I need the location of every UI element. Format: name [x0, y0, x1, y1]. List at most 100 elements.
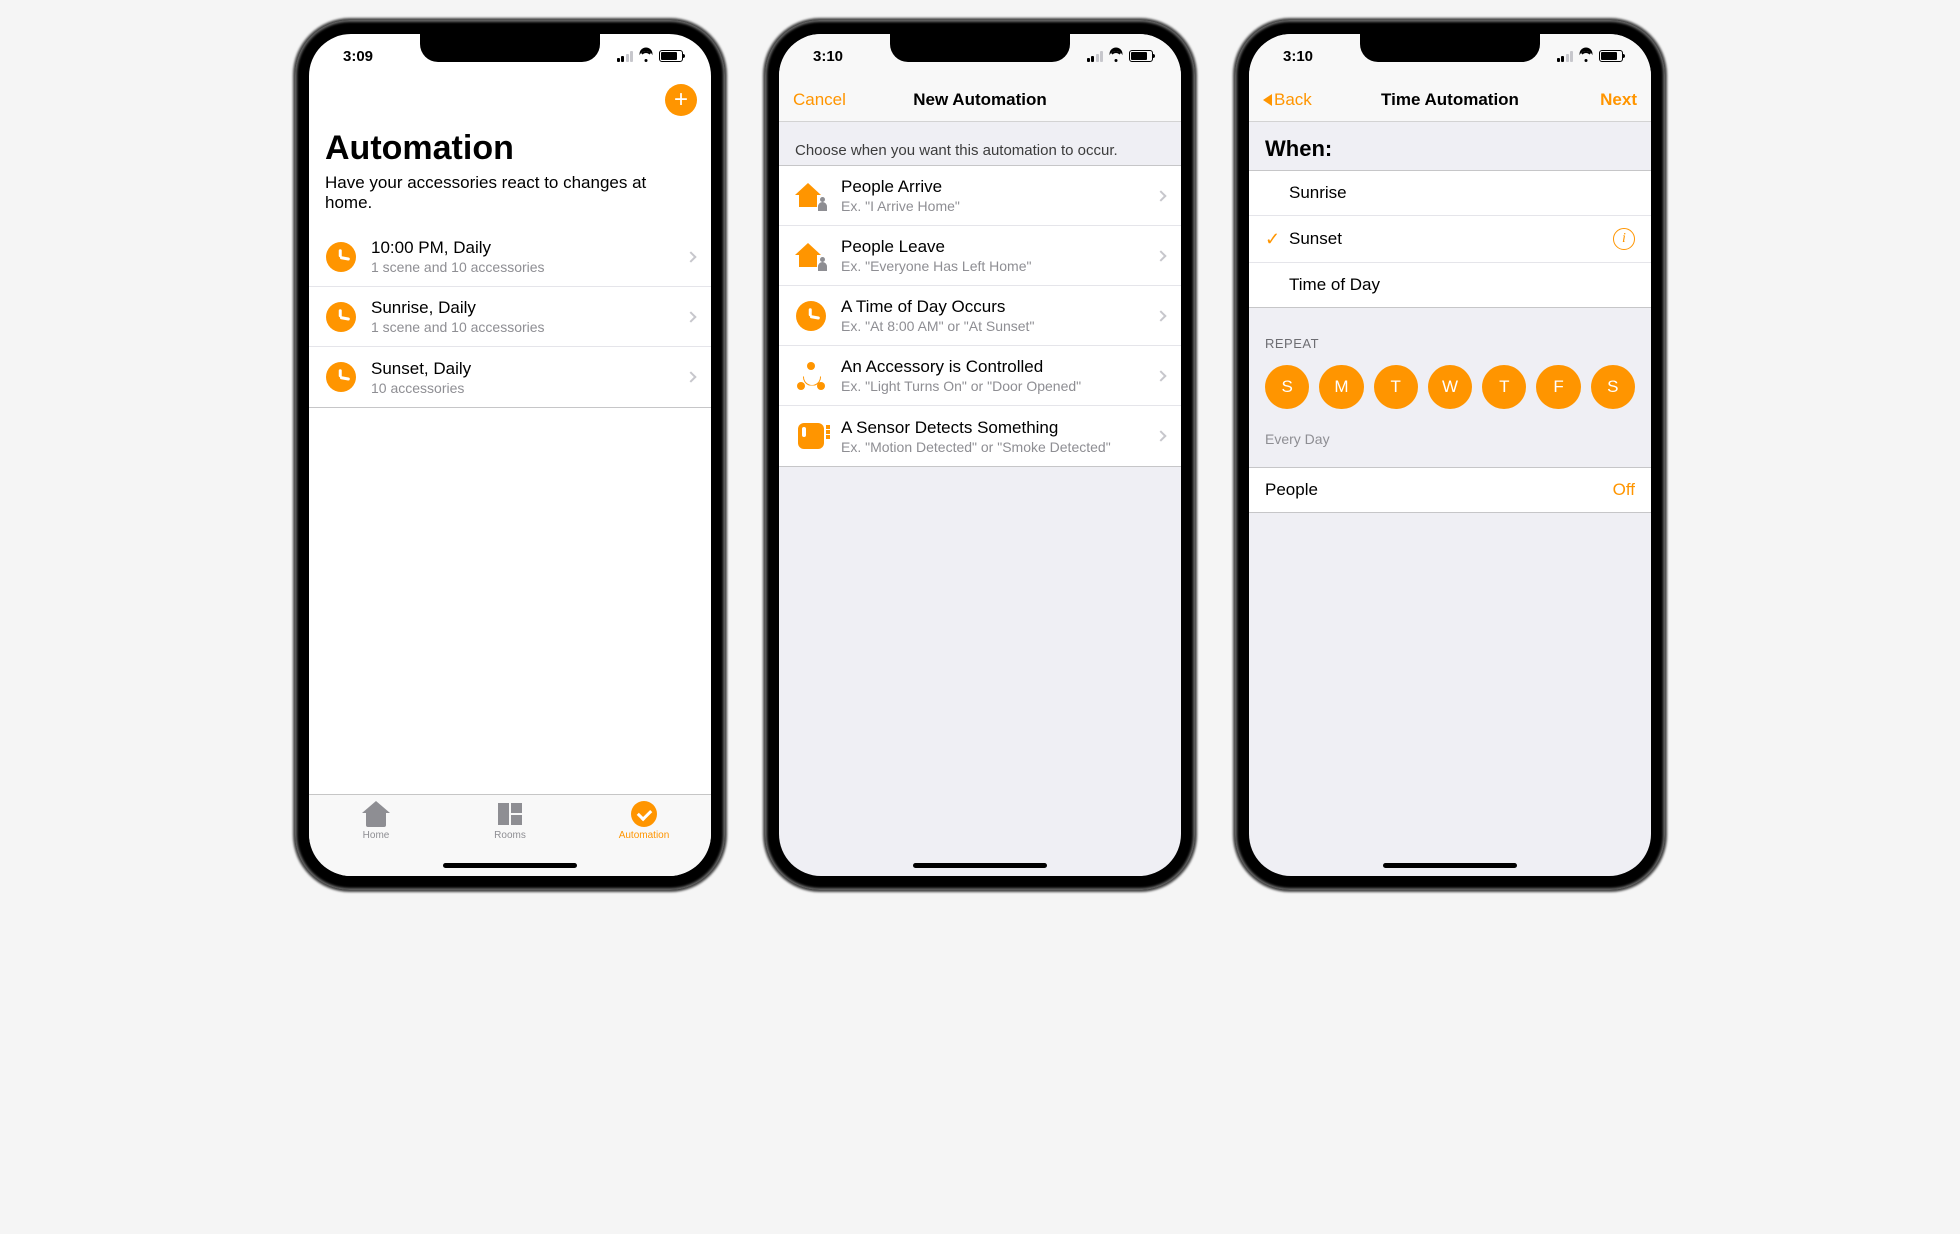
page-title: Automation [325, 130, 695, 167]
day-fri[interactable]: F [1536, 365, 1580, 409]
chevron-right-icon [1155, 430, 1166, 441]
day-sat[interactable]: S [1591, 365, 1635, 409]
trigger-sub: Ex. "At 8:00 AM" or "At Sunset" [841, 318, 1143, 334]
accessory-icon [797, 362, 825, 390]
back-button[interactable]: Back [1263, 90, 1312, 110]
trigger-people-arrive[interactable]: People Arrive Ex. "I Arrive Home" [779, 166, 1181, 226]
chevron-right-icon [685, 251, 696, 262]
signal-icon [1087, 51, 1104, 62]
option-sunset[interactable]: ✓ Sunset i [1249, 216, 1651, 263]
phone-frame-3: 3:10 Back Time Automation Next When: Sun… [1235, 20, 1665, 890]
automation-title: Sunrise, Daily [371, 298, 673, 318]
sensor-icon [798, 423, 824, 449]
chevron-right-icon [685, 372, 696, 383]
trigger-accessory[interactable]: An Accessory is Controlled Ex. "Light Tu… [779, 346, 1181, 406]
people-value: Off [1613, 480, 1635, 500]
day-sun[interactable]: S [1265, 365, 1309, 409]
battery-icon [659, 50, 683, 62]
automation-row[interactable]: Sunset, Daily 10 accessories [309, 347, 711, 407]
status-time: 3:10 [1283, 48, 1313, 65]
repeat-header: REPEAT [1249, 308, 1651, 357]
tab-label: Home [363, 830, 390, 841]
chevron-right-icon [1155, 370, 1166, 381]
people-label: People [1265, 480, 1318, 500]
trigger-title: A Time of Day Occurs [841, 297, 1143, 317]
wifi-icon [1108, 50, 1124, 62]
home-indicator[interactable] [1383, 863, 1517, 868]
automation-row[interactable]: 10:00 PM, Daily 1 scene and 10 accessori… [309, 227, 711, 287]
status-icons [1557, 50, 1624, 62]
automation-sub: 1 scene and 10 accessories [371, 259, 673, 275]
trigger-people-leave[interactable]: People Leave Ex. "Everyone Has Left Home… [779, 226, 1181, 286]
automation-sub: 1 scene and 10 accessories [371, 319, 673, 335]
status-bar: 3:10 [1249, 34, 1651, 78]
trigger-time-of-day[interactable]: A Time of Day Occurs Ex. "At 8:00 AM" or… [779, 286, 1181, 346]
trigger-title: People Arrive [841, 177, 1143, 197]
battery-icon [1129, 50, 1153, 62]
section-prompt: Choose when you want this automation to … [779, 122, 1181, 165]
tab-label: Automation [619, 830, 670, 841]
wifi-icon [1578, 50, 1594, 62]
screen-new-automation: 3:10 Cancel New Automation Choose when y… [779, 34, 1181, 876]
status-time: 3:10 [813, 48, 843, 65]
trigger-sensor[interactable]: A Sensor Detects Something Ex. "Motion D… [779, 406, 1181, 466]
nav-bar: + [309, 78, 711, 122]
option-sunrise[interactable]: Sunrise [1249, 171, 1651, 216]
trigger-title: An Accessory is Controlled [841, 357, 1143, 377]
automation-list: 10:00 PM, Daily 1 scene and 10 accessori… [309, 227, 711, 794]
clock-icon [326, 242, 356, 272]
time-config: When: Sunrise ✓ Sunset i Time of Day REP… [1249, 122, 1651, 876]
automation-title: 10:00 PM, Daily [371, 238, 673, 258]
day-thu[interactable]: T [1482, 365, 1526, 409]
people-row[interactable]: People Off [1249, 468, 1651, 512]
option-label: Time of Day [1289, 275, 1380, 295]
cancel-button[interactable]: Cancel [793, 90, 846, 110]
day-selector: S M T W T F S [1249, 357, 1651, 423]
house-leave-icon [796, 243, 826, 269]
tab-label: Rooms [494, 830, 526, 841]
next-button[interactable]: Next [1600, 90, 1637, 110]
tab-home[interactable]: Home [336, 801, 416, 876]
automation-row[interactable]: Sunrise, Daily 1 scene and 10 accessorie… [309, 287, 711, 347]
title-area: Automation Have your accessories react t… [309, 122, 711, 227]
checkmark-icon: ✓ [1265, 229, 1289, 250]
battery-icon [1599, 50, 1623, 62]
home-icon [362, 801, 390, 827]
option-time-of-day[interactable]: Time of Day [1249, 263, 1651, 307]
rooms-icon [496, 801, 524, 827]
screen-time-automation: 3:10 Back Time Automation Next When: Sun… [1249, 34, 1651, 876]
clock-icon [326, 362, 356, 392]
day-wed[interactable]: W [1428, 365, 1472, 409]
phone-frame-1: 3:09 + Automation Have your accessories … [295, 20, 725, 890]
trigger-title: People Leave [841, 237, 1143, 257]
house-arrive-icon [796, 183, 826, 209]
when-header: When: [1249, 122, 1651, 170]
tab-automation[interactable]: Automation [604, 801, 684, 876]
nav-bar: Cancel New Automation [779, 78, 1181, 122]
signal-icon [1557, 51, 1574, 62]
automation-sub: 10 accessories [371, 380, 673, 396]
screen-automation-list: 3:09 + Automation Have your accessories … [309, 34, 711, 876]
day-mon[interactable]: M [1319, 365, 1363, 409]
clock-icon [326, 302, 356, 332]
home-indicator[interactable] [913, 863, 1047, 868]
nav-bar: Back Time Automation Next [1249, 78, 1651, 122]
status-bar: 3:10 [779, 34, 1181, 78]
chevron-left-icon [1263, 94, 1272, 106]
option-label: Sunset [1289, 229, 1342, 249]
every-day-label: Every Day [1249, 423, 1651, 467]
home-indicator[interactable] [443, 863, 577, 868]
clock-icon [796, 301, 826, 331]
trigger-title: A Sensor Detects Something [841, 418, 1143, 438]
trigger-list: Choose when you want this automation to … [779, 122, 1181, 876]
trigger-sub: Ex. "Motion Detected" or "Smoke Detected… [841, 439, 1143, 455]
day-tue[interactable]: T [1374, 365, 1418, 409]
chevron-right-icon [685, 311, 696, 322]
add-button[interactable]: + [665, 84, 697, 116]
status-bar: 3:09 [309, 34, 711, 78]
page-subtitle: Have your accessories react to changes a… [325, 173, 695, 213]
status-icons [617, 50, 684, 62]
trigger-sub: Ex. "Light Turns On" or "Door Opened" [841, 378, 1143, 394]
info-icon[interactable]: i [1613, 228, 1635, 250]
chevron-right-icon [1155, 310, 1166, 321]
